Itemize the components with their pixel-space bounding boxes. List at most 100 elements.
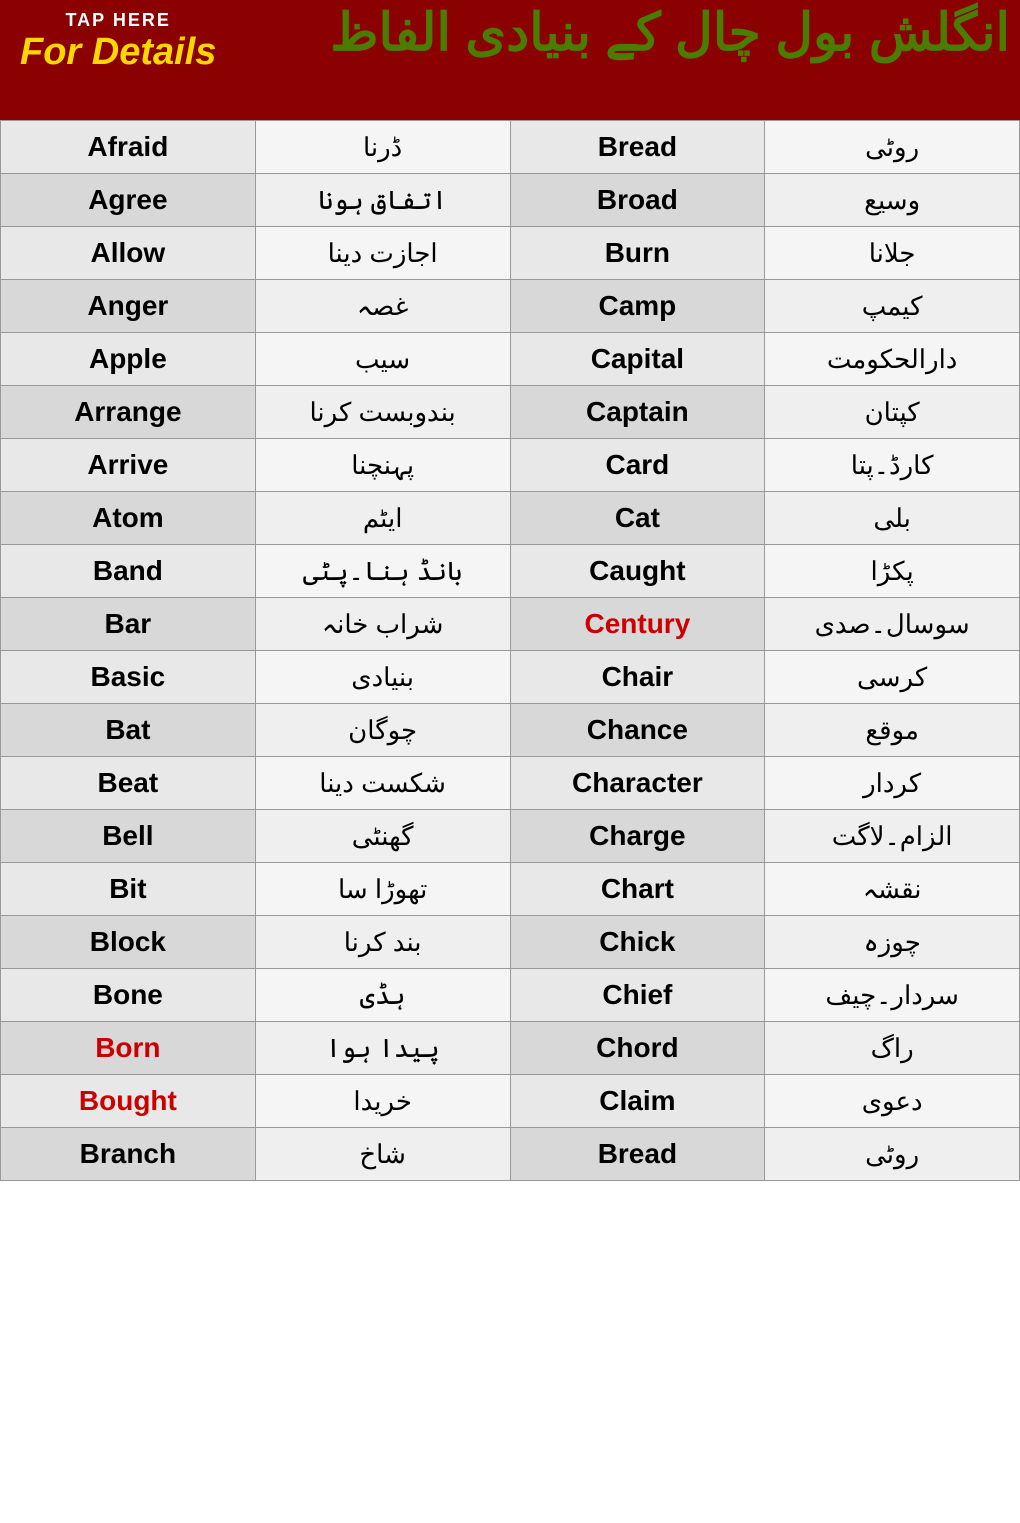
english-word-left: Band — [1, 545, 256, 598]
table-row: ArriveپہنچناCardکارڈ۔پتا — [1, 439, 1020, 492]
english-word-left: Born — [1, 1022, 256, 1075]
urdu-translation-left: گھنٹی — [255, 810, 510, 863]
table-row: BasicبنیادیChairکرسی — [1, 651, 1020, 704]
english-word-left: Bone — [1, 969, 256, 1022]
table-row: Allowاجازت دیناBurnجلانا — [1, 227, 1020, 280]
english-word-left: Arrive — [1, 439, 256, 492]
urdu-translation-left: پیدا ہوا — [255, 1022, 510, 1075]
english-word-right: Century — [510, 598, 765, 651]
urdu-translation-right: سردار۔چیف — [765, 969, 1020, 1022]
english-word-right: Cat — [510, 492, 765, 545]
english-word-right: Charge — [510, 810, 765, 863]
english-word-left: Anger — [1, 280, 256, 333]
english-word-right: Chance — [510, 704, 765, 757]
english-word-left: Allow — [1, 227, 256, 280]
english-word-left: Branch — [1, 1128, 256, 1181]
english-word-right: Chart — [510, 863, 765, 916]
english-word-left: Afraid — [1, 121, 256, 174]
english-word-right: Chief — [510, 969, 765, 1022]
header: TAP HERE For Details انگلش بول چال کے بن… — [0, 0, 1020, 120]
table-row: Beatشکست دیناCharacterکردار — [1, 757, 1020, 810]
english-word-right: Character — [510, 757, 765, 810]
english-word-left: Block — [1, 916, 256, 969]
english-word-right: Bread — [510, 1128, 765, 1181]
urdu-translation-right: کارڈ۔پتا — [765, 439, 1020, 492]
urdu-translation-left: بند کرنا — [255, 916, 510, 969]
table-row: Barشراب خانہCenturyسوسال۔صدی — [1, 598, 1020, 651]
english-word-right: Bread — [510, 121, 765, 174]
for-details-label[interactable]: For Details — [20, 31, 216, 74]
urdu-translation-left: غصہ — [255, 280, 510, 333]
english-word-right: Chick — [510, 916, 765, 969]
table-row: BoneہڈیChiefسردار۔چیف — [1, 969, 1020, 1022]
vocabulary-table: AfraidڈرناBreadروٹیAgreeاتفاق ہوناBroadو… — [0, 120, 1020, 1181]
table-row: AfraidڈرناBreadروٹی — [1, 121, 1020, 174]
table-row: Bandبانڈ ہنا۔پٹیCaughtپکڑا — [1, 545, 1020, 598]
urdu-translation-left: شکست دینا — [255, 757, 510, 810]
english-word-right: Chord — [510, 1022, 765, 1075]
table-row: Arrangeبندوبست کرناCaptainکپتان — [1, 386, 1020, 439]
urdu-translation-left: بندوبست کرنا — [255, 386, 510, 439]
urdu-translation-left: تھوڑا سا — [255, 863, 510, 916]
urdu-translation-left: اجازت دینا — [255, 227, 510, 280]
urdu-translation-right: کرسی — [765, 651, 1020, 704]
tap-here-label[interactable]: TAP HERE — [20, 10, 216, 31]
table-row: BoughtخریداClaimدعوی — [1, 1075, 1020, 1128]
english-word-right: Claim — [510, 1075, 765, 1128]
urdu-translation-right: چوزہ — [765, 916, 1020, 969]
urdu-translation-left: ڈرنا — [255, 121, 510, 174]
urdu-translation-right: دارالحکومت — [765, 333, 1020, 386]
urdu-translation-right: پکڑا — [765, 545, 1020, 598]
urdu-translation-right: نقشہ — [765, 863, 1020, 916]
table-row: Blockبند کرناChickچوزہ — [1, 916, 1020, 969]
english-word-left: Atom — [1, 492, 256, 545]
urdu-translation-right: کیمپ — [765, 280, 1020, 333]
english-word-left: Bought — [1, 1075, 256, 1128]
table-row: Agreeاتفاق ہوناBroadوسیع — [1, 174, 1020, 227]
english-word-left: Bit — [1, 863, 256, 916]
english-word-left: Bar — [1, 598, 256, 651]
urdu-translation-left: بانڈ ہنا۔پٹی — [255, 545, 510, 598]
urdu-translation-left: اتفاق ہونا — [255, 174, 510, 227]
english-word-right: Chair — [510, 651, 765, 704]
urdu-translation-right: موقع — [765, 704, 1020, 757]
urdu-translation-right: کردار — [765, 757, 1020, 810]
english-word-left: Agree — [1, 174, 256, 227]
table-row: AtomایٹمCatبلی — [1, 492, 1020, 545]
urdu-translation-left: شاخ — [255, 1128, 510, 1181]
urdu-translation-right: دعوی — [765, 1075, 1020, 1128]
urdu-translation-right: بلی — [765, 492, 1020, 545]
urdu-translation-right: وسیع — [765, 174, 1020, 227]
urdu-translation-left: بنیادی — [255, 651, 510, 704]
urdu-translation-right: روٹی — [765, 1128, 1020, 1181]
urdu-translation-right: جلانا — [765, 227, 1020, 280]
header-urdu-block: انگلش بول چال کے بنیادی الفاظ — [330, 5, 1010, 62]
urdu-translation-left: سیب — [255, 333, 510, 386]
urdu-translation-right: سوسال۔صدی — [765, 598, 1020, 651]
english-word-left: Basic — [1, 651, 256, 704]
table-row: BatچوگانChanceموقع — [1, 704, 1020, 757]
english-word-left: Arrange — [1, 386, 256, 439]
urdu-translation-right: روٹی — [765, 121, 1020, 174]
urdu-translation-left: ایٹم — [255, 492, 510, 545]
urdu-translation-left: چوگان — [255, 704, 510, 757]
english-word-right: Broad — [510, 174, 765, 227]
header-text-block[interactable]: TAP HERE For Details — [20, 10, 216, 74]
english-word-left: Beat — [1, 757, 256, 810]
urdu-translation-right: راگ — [765, 1022, 1020, 1075]
english-word-left: Apple — [1, 333, 256, 386]
table-row: AngerغصہCampکیمپ — [1, 280, 1020, 333]
vocabulary-table-container: AfraidڈرناBreadروٹیAgreeاتفاق ہوناBroadو… — [0, 120, 1020, 1181]
urdu-translation-right: کپتان — [765, 386, 1020, 439]
english-word-left: Bat — [1, 704, 256, 757]
english-word-right: Capital — [510, 333, 765, 386]
table-row: BranchشاخBreadروٹی — [1, 1128, 1020, 1181]
english-word-right: Camp — [510, 280, 765, 333]
english-word-right: Card — [510, 439, 765, 492]
english-word-right: Caught — [510, 545, 765, 598]
table-row: BellگھنٹیChargeالزام۔لاگت — [1, 810, 1020, 863]
urdu-translation-left: ہڈی — [255, 969, 510, 1022]
urdu-translation-left: پہنچنا — [255, 439, 510, 492]
table-row: Bornپیدا ہواChordراگ — [1, 1022, 1020, 1075]
urdu-translation-left: خریدا — [255, 1075, 510, 1128]
